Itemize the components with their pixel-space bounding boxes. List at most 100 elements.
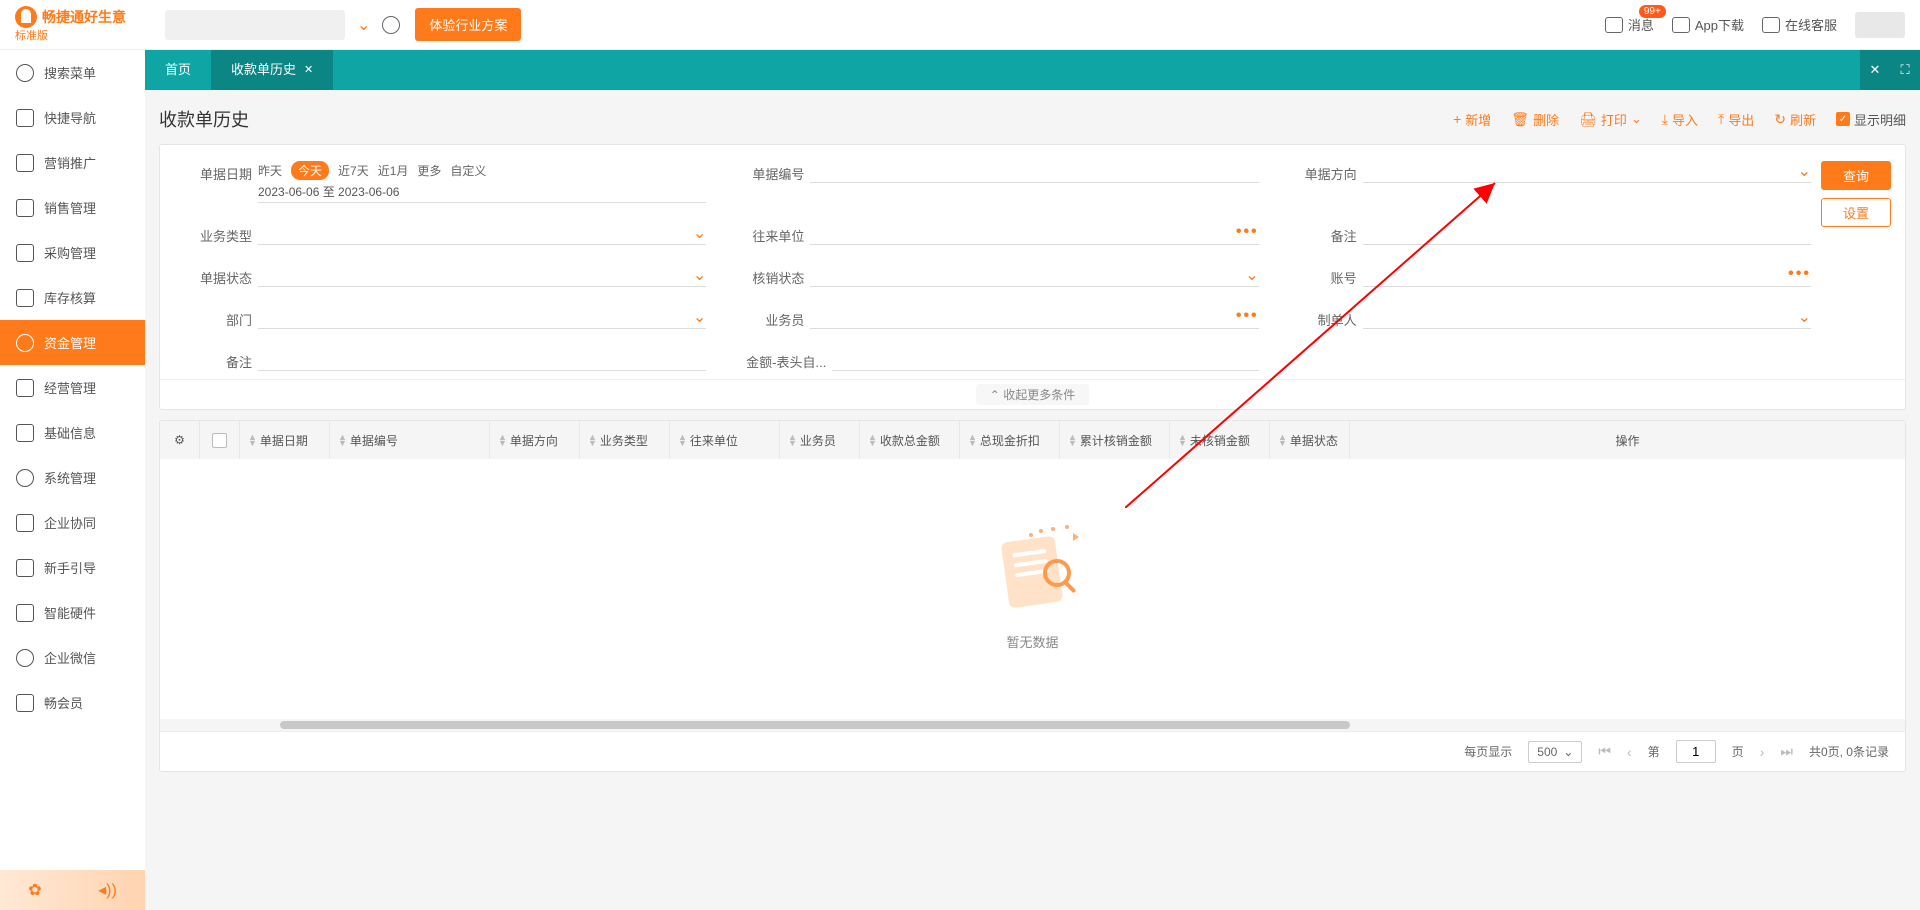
page-input[interactable] <box>1676 740 1716 763</box>
gear-icon[interactable]: ✿ <box>28 880 41 900</box>
next-page-button[interactable]: › <box>1760 744 1765 760</box>
tab-home[interactable]: 首页 <box>145 50 211 90</box>
biz-type-select[interactable] <box>258 223 706 245</box>
col-total[interactable]: ▲▼收款总金额 <box>860 421 960 459</box>
chat-icon <box>1605 17 1623 33</box>
logo-subtitle: 标准版 <box>15 27 145 43</box>
bill-status-select[interactable] <box>258 265 706 287</box>
sidebar: 搜索菜单 快捷导航 营销推广 销售管理 采购管理 库存核算 资金管理 经营管理 … <box>0 50 145 910</box>
tab-label: 首页 <box>165 50 191 90</box>
print-button[interactable]: 🖨打印 ⌄ <box>1579 110 1642 129</box>
org-selector[interactable] <box>165 10 345 40</box>
guide-icon <box>16 559 34 577</box>
export-label: 导出 <box>1728 110 1754 129</box>
col-unver[interactable]: ▲▼未核销金额 <box>1170 421 1270 459</box>
amount-head-input[interactable] <box>832 349 1258 371</box>
tab-label: 收款单历史 <box>231 50 296 90</box>
horizontal-scrollbar[interactable] <box>160 719 1905 731</box>
sidebar-item-funds[interactable]: 资金管理 <box>0 320 145 365</box>
col-code[interactable]: ▲▼单据编号 <box>330 421 490 459</box>
close-icon[interactable]: ✕ <box>304 50 313 90</box>
select-all-checkbox[interactable] <box>212 433 227 448</box>
employee-picker[interactable] <box>810 307 1258 329</box>
date-more[interactable]: 更多 <box>417 162 441 179</box>
remark2-input[interactable] <box>258 349 706 371</box>
sidebar-item-sales[interactable]: 销售管理 <box>0 185 145 230</box>
sidebar-item-purchase[interactable]: 采购管理 <box>0 230 145 275</box>
messages-button[interactable]: 消息 99+ <box>1605 15 1654 34</box>
bill-dir-select[interactable] <box>1363 161 1811 183</box>
tab-receipt-history[interactable]: 收款单历史✕ <box>211 50 333 90</box>
sidebar-item-search-menu[interactable]: 搜索菜单 <box>0 50 145 95</box>
date-today[interactable]: 今天 <box>291 161 329 180</box>
bill-code-input[interactable] <box>810 161 1258 183</box>
sidebar-item-member[interactable]: 畅会员 <box>0 680 145 725</box>
sidebar-item-operations[interactable]: 经营管理 <box>0 365 145 410</box>
settings-button[interactable]: 设置 <box>1821 198 1891 227</box>
col-ver[interactable]: ▲▼累计核销金额 <box>1060 421 1170 459</box>
col-emp[interactable]: ▲▼业务员 <box>780 421 860 459</box>
collapse-filter-button[interactable]: ⌃ 收起更多条件 <box>976 384 1089 405</box>
bill-date-label: 单据日期 <box>174 161 252 183</box>
avatar[interactable] <box>1855 12 1905 38</box>
add-button[interactable]: +新增 <box>1453 110 1491 129</box>
col-date[interactable]: ▲▼单据日期 <box>240 421 330 459</box>
experience-button[interactable]: 体验行业方案 <box>415 8 521 41</box>
chevron-down-icon[interactable]: ⌄ <box>357 15 370 35</box>
export-icon: ⤒ <box>1718 111 1724 128</box>
box-icon <box>16 244 34 262</box>
sidebar-item-label: 快捷导航 <box>44 108 96 127</box>
col-unit[interactable]: ▲▼往来单位 <box>670 421 780 459</box>
sidebar-item-quick-nav[interactable]: 快捷导航 <box>0 95 145 140</box>
date-yesterday[interactable]: 昨天 <box>258 162 282 179</box>
delete-button[interactable]: 🗑删除 <box>1511 110 1559 129</box>
sidebar-item-system[interactable]: 系统管理 <box>0 455 145 500</box>
col-type[interactable]: ▲▼业务类型 <box>580 421 670 459</box>
unit-picker[interactable] <box>810 223 1258 245</box>
per-page-label: 每页显示 <box>1464 743 1512 760</box>
app-download-button[interactable]: App下载 <box>1672 15 1744 34</box>
online-service-button[interactable]: 在线客服 <box>1762 15 1837 34</box>
account-picker[interactable] <box>1363 265 1811 287</box>
export-button[interactable]: ⤒导出 <box>1718 110 1754 129</box>
verify-status-select[interactable] <box>810 265 1258 287</box>
maker-select[interactable] <box>1363 307 1811 329</box>
close-all-button[interactable]: ✕ <box>1860 50 1890 90</box>
sidebar-footer: ✿ ◂)) <box>0 870 145 910</box>
first-page-button[interactable]: ⏮ <box>1598 743 1611 760</box>
last-page-button[interactable]: ⏭ <box>1780 743 1793 760</box>
sidebar-item-collab[interactable]: 企业协同 <box>0 500 145 545</box>
table-panel: ⚙ ▲▼单据日期 ▲▼单据编号 ▲▼单据方向 ▲▼业务类型 ▲▼往来单位 ▲▼业… <box>159 420 1906 772</box>
fullscreen-button[interactable]: ⛶ <box>1890 50 1920 90</box>
home-icon <box>16 109 34 127</box>
date-1m[interactable]: 近1月 <box>378 162 409 179</box>
query-button[interactable]: 查询 <box>1821 161 1891 190</box>
col-dir[interactable]: ▲▼单据方向 <box>490 421 580 459</box>
date-range-value[interactable]: 2023-06-06 至 2023-06-06 <box>258 183 706 203</box>
refresh-button[interactable]: ↻刷新 <box>1774 110 1816 129</box>
col-disc[interactable]: ▲▼总现金折扣 <box>960 421 1060 459</box>
gear-icon[interactable] <box>382 16 400 34</box>
dept-select[interactable] <box>258 307 706 329</box>
sidebar-item-smart-hw[interactable]: 智能硬件 <box>0 590 145 635</box>
page-header: 收款单历史 +新增 🗑删除 🖨打印 ⌄ ⤓导入 ⤒导出 ↻刷新 ✓显示明细 <box>159 100 1906 144</box>
sidebar-item-wechat[interactable]: 企业微信 <box>0 635 145 680</box>
page-size-select[interactable]: 500⌄ <box>1528 741 1582 763</box>
date-custom[interactable]: 自定义 <box>450 162 486 179</box>
sound-icon[interactable]: ◂)) <box>98 880 117 900</box>
show-detail-toggle[interactable]: ✓显示明细 <box>1836 110 1906 129</box>
collapse-label: 收起更多条件 <box>1003 388 1075 402</box>
date-7d[interactable]: 近7天 <box>338 162 369 179</box>
col-status[interactable]: ▲▼单据状态 <box>1270 421 1350 459</box>
sidebar-item-basic-info[interactable]: 基础信息 <box>0 410 145 455</box>
remark-input[interactable] <box>1363 223 1811 245</box>
import-button[interactable]: ⤓导入 <box>1662 110 1698 129</box>
verify-status-label: 核销状态 <box>726 265 804 287</box>
chevron-up-icon: ⌃ <box>990 388 1003 402</box>
prev-page-button[interactable]: ‹ <box>1627 744 1632 760</box>
sidebar-item-marketing[interactable]: 营销推广 <box>0 140 145 185</box>
sidebar-item-guide[interactable]: 新手引导 <box>0 545 145 590</box>
sidebar-item-inventory[interactable]: 库存核算 <box>0 275 145 320</box>
column-settings-button[interactable]: ⚙ <box>160 421 200 459</box>
empty-illustration <box>983 527 1083 617</box>
